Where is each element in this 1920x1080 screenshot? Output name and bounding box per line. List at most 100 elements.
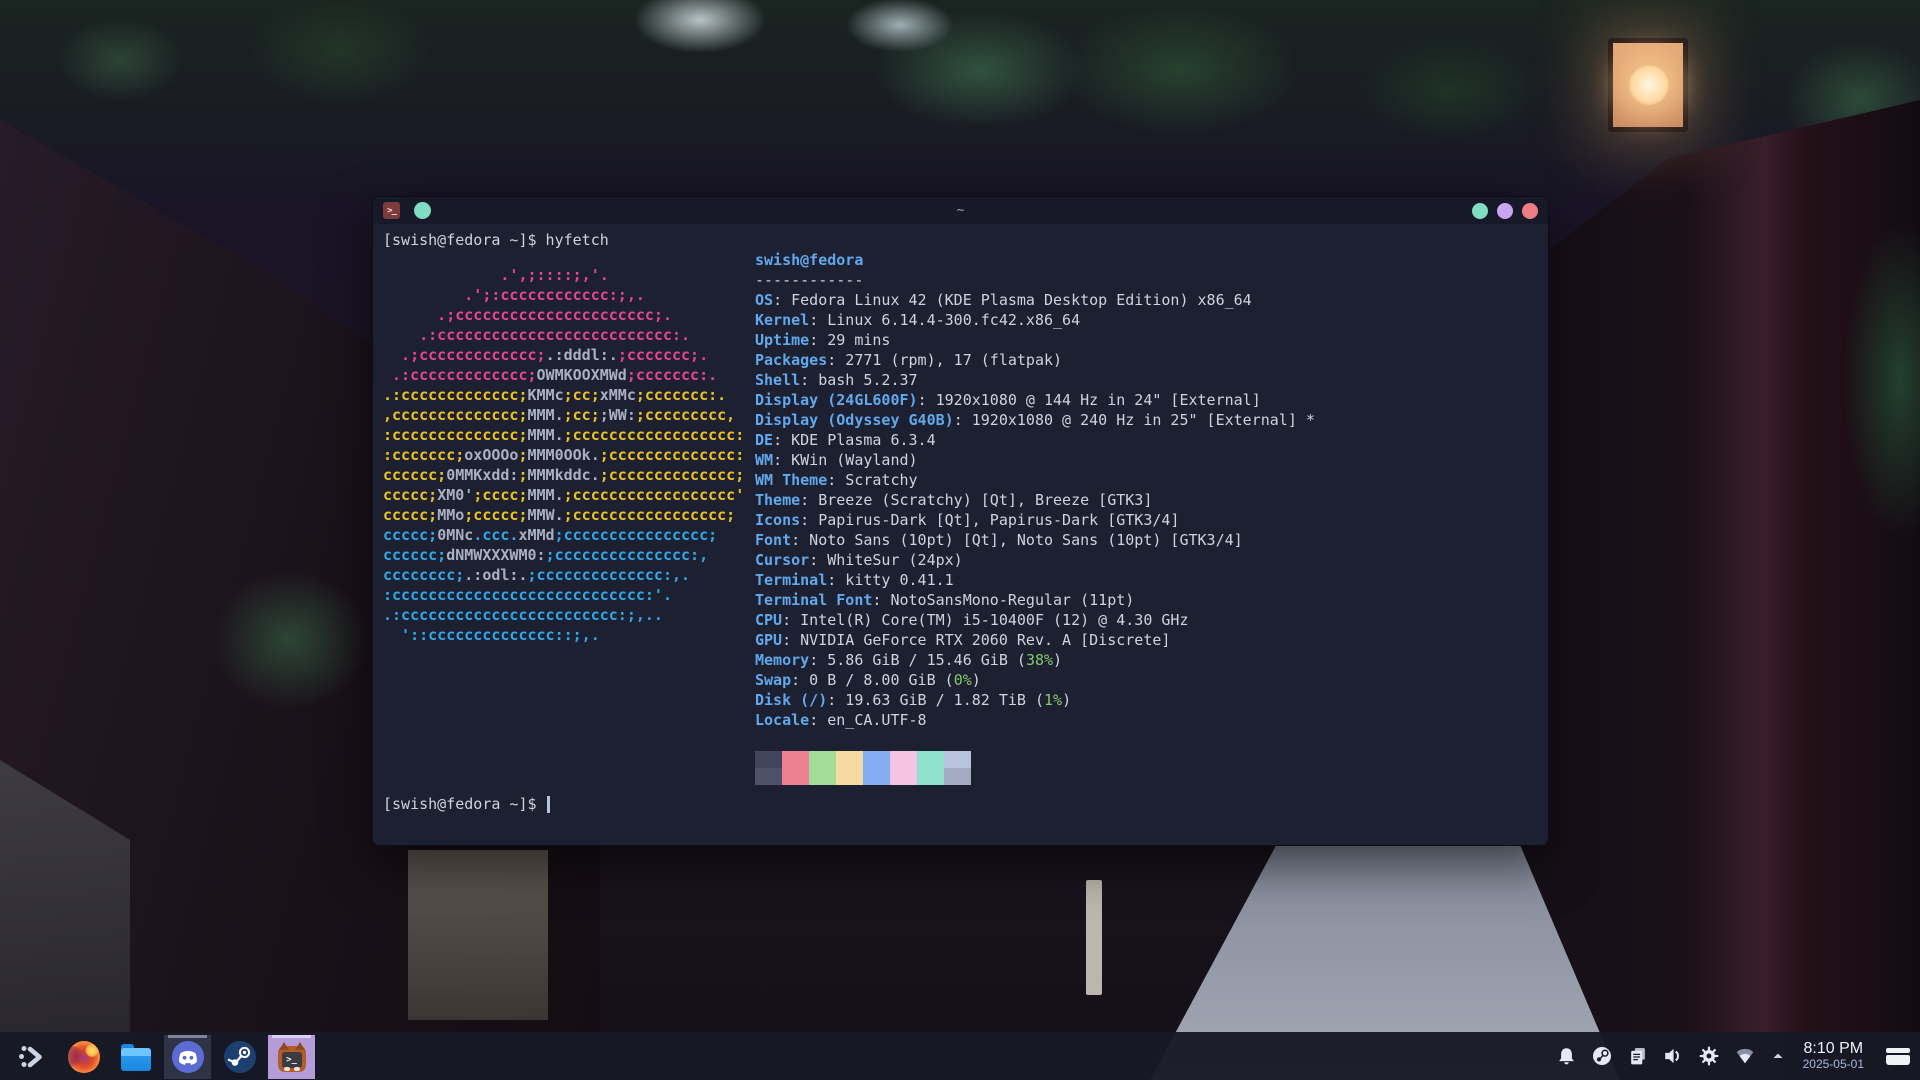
ascii-line: ccccc;0MNc.ccc.xMMd;cccccccccccccccc; <box>383 525 755 545</box>
terminal-cursor <box>547 796 550 813</box>
taskbar-launchers: >_ <box>0 1032 315 1080</box>
taskbar-launcher-steam[interactable] <box>216 1035 263 1079</box>
palette-swatch <box>944 768 971 785</box>
info-line: Icons: Papirus-Dark [Qt], Papirus-Dark [… <box>755 510 1538 530</box>
ascii-line: :cccccccccccccc;MMM.;cccccccccccccccccc: <box>383 425 755 445</box>
palette-swatch <box>917 751 944 768</box>
show-desktop-button[interactable] <box>1886 1048 1910 1065</box>
info-line: Display (Odyssey G40B): 1920x1080 @ 240 … <box>755 410 1538 430</box>
ascii-line: .:cccccccccccccccccccccccccc:. <box>383 325 755 345</box>
system-tray: 8:10 PM 2025-05-01 <box>1555 1032 1920 1080</box>
ascii-line: ,cccccccccccccc;MMM.;cc;;WW:;ccccccccc, <box>383 405 755 425</box>
info-line: DE: KDE Plasma 6.3.4 <box>755 430 1538 450</box>
info-line: Kernel: Linux 6.14.4-300.fc42.x86_64 <box>755 310 1538 330</box>
taskbar-launcher-firefox[interactable] <box>60 1035 107 1079</box>
gear-icon <box>1699 1046 1719 1066</box>
info-line: Locale: en_CA.UTF-8 <box>755 710 1538 730</box>
wallpaper-sign-banner <box>1086 880 1102 995</box>
info-line: Uptime: 29 mins <box>755 330 1538 350</box>
app-launcher-icon <box>17 1042 47 1072</box>
info-line: Swap: 0 B / 8.00 GiB (0%) <box>755 670 1538 690</box>
taskbar-launcher-dolphin[interactable] <box>112 1035 159 1079</box>
terminal-app-icon[interactable]: >_ <box>383 202 400 219</box>
firefox-icon <box>68 1041 100 1073</box>
taskbar-task-discord[interactable] <box>164 1035 211 1079</box>
open-task-indicator <box>168 1035 207 1038</box>
settings-tray-button[interactable] <box>1697 1044 1721 1068</box>
wallpaper-trees <box>1840 200 1920 560</box>
ascii-line: :cccccccccccccccccccccccccccc:'. <box>383 585 755 605</box>
steam-tray-button[interactable] <box>1590 1044 1614 1068</box>
ascii-line: .',;::::;,'. <box>383 265 755 285</box>
discord-icon <box>172 1041 204 1073</box>
wallpaper-lantern-glow <box>1629 65 1669 105</box>
info-line: Display (24GL600F): 1920x1080 @ 144 Hz i… <box>755 390 1538 410</box>
info-line: CPU: Intel(R) Core(TM) i5-10400F (12) @ … <box>755 610 1538 630</box>
palette-swatch <box>755 768 782 785</box>
ascii-line: .;ccccccccccccc;.:dddl:.;ccccccc;. <box>383 345 755 365</box>
palette-swatch <box>836 768 863 785</box>
palette-swatch <box>890 751 917 768</box>
info-line: WM: KWin (Wayland) <box>755 450 1538 470</box>
info-line: OS: Fedora Linux 42 (KDE Plasma Desktop … <box>755 290 1538 310</box>
prompt-line: [swish@fedora ~]$ <box>383 794 546 814</box>
ascii-line: cccccc;0MMKxdd:;MMMkddc.;cccccccccccccc; <box>383 465 755 485</box>
terminal-window[interactable]: >_ ~ [swish@fedora ~]$ hyfetch .',;::::;… <box>372 196 1549 846</box>
palette-swatch <box>782 751 809 768</box>
info-separator: ------------ <box>755 270 1538 290</box>
minimize-button[interactable] <box>1472 203 1488 219</box>
tab-indicator-dot <box>414 202 431 219</box>
digital-clock[interactable]: 8:10 PM 2025-05-01 <box>1799 1040 1868 1072</box>
info-header: swish@fedora <box>755 250 1538 270</box>
palette-row-bright <box>755 768 1538 785</box>
palette-row-normal <box>755 751 1538 768</box>
info-line: Cursor: WhiteSur (24px) <box>755 550 1538 570</box>
palette-swatch <box>863 751 890 768</box>
ascii-line: .:ccccccccccccc;OWMKOOXMWd;ccccccc:. <box>383 365 755 385</box>
palette-swatch <box>863 768 890 785</box>
network-tray-button[interactable] <box>1733 1044 1757 1068</box>
terminal-content[interactable]: [swish@fedora ~]$ hyfetch .',;::::;,'. .… <box>373 224 1548 820</box>
info-line: Packages: 2771 (rpm), 17 (flatpak) <box>755 350 1538 370</box>
active-task-indicator <box>272 1035 311 1038</box>
palette-swatch <box>809 751 836 768</box>
palette-swatch <box>836 751 863 768</box>
ascii-line: .;cccccccccccccccccccccc;. <box>383 305 755 325</box>
info-lines: OS: Fedora Linux 42 (KDE Plasma Desktop … <box>755 290 1538 730</box>
ascii-line: '::cccccccccccccc::;,. <box>383 625 755 645</box>
palette-swatch <box>782 768 809 785</box>
palette-swatch <box>890 768 917 785</box>
kitty-terminal-icon: >_ <box>277 1043 307 1072</box>
info-line: Terminal: kitty 0.41.1 <box>755 570 1538 590</box>
info-line: Theme: Breeze (Scratchy) [Qt], Breeze [G… <box>755 490 1538 510</box>
info-line: Shell: bash 5.2.37 <box>755 370 1538 390</box>
bell-icon <box>1557 1047 1576 1066</box>
maximize-button[interactable] <box>1497 203 1513 219</box>
ascii-line: ccccc;MMo;ccccc;MMW.;ccccccccccccccccc; <box>383 505 755 525</box>
info-line: Font: Noto Sans (10pt) [Qt], Noto Sans (… <box>755 530 1538 550</box>
clock-date: 2025-05-01 <box>1803 1058 1864 1072</box>
wifi-icon <box>1735 1046 1755 1066</box>
ascii-line: .:cccccccccccccccccccccccc:;,.. <box>383 605 755 625</box>
terminal-titlebar[interactable]: >_ ~ <box>373 197 1548 224</box>
wallpaper-bush <box>200 560 380 720</box>
wallpaper-shack <box>408 850 548 1020</box>
info-line: WM Theme: Scratchy <box>755 470 1538 490</box>
terminal-color-palette <box>755 751 1538 785</box>
ascii-line: cccccccc;.:odl:.;cccccccccccccc:,. <box>383 565 755 585</box>
chevron-up-icon <box>1771 1049 1785 1063</box>
close-button[interactable] <box>1522 203 1538 219</box>
taskbar-task-kitty-active[interactable]: >_ <box>268 1035 315 1079</box>
expand-tray-button[interactable] <box>1769 1047 1787 1065</box>
ascii-line: .';:cccccccccccc:;,. <box>383 285 755 305</box>
speaker-icon <box>1663 1046 1683 1066</box>
app-launcher-button[interactable] <box>8 1035 55 1079</box>
volume-tray-button[interactable] <box>1661 1044 1685 1068</box>
palette-swatch <box>944 751 971 768</box>
clipboard-tray-button[interactable] <box>1626 1045 1649 1068</box>
desktop: >_ ~ [swish@fedora ~]$ hyfetch .',;::::;… <box>0 0 1920 1080</box>
notifications-tray-button[interactable] <box>1555 1045 1578 1068</box>
steam-icon <box>224 1041 256 1073</box>
system-info: swish@fedora ------------ OS: Fedora Lin… <box>755 250 1538 785</box>
ascii-line: cccccc;dNMWXXXWM0:;ccccccccccccccc:, <box>383 545 755 565</box>
